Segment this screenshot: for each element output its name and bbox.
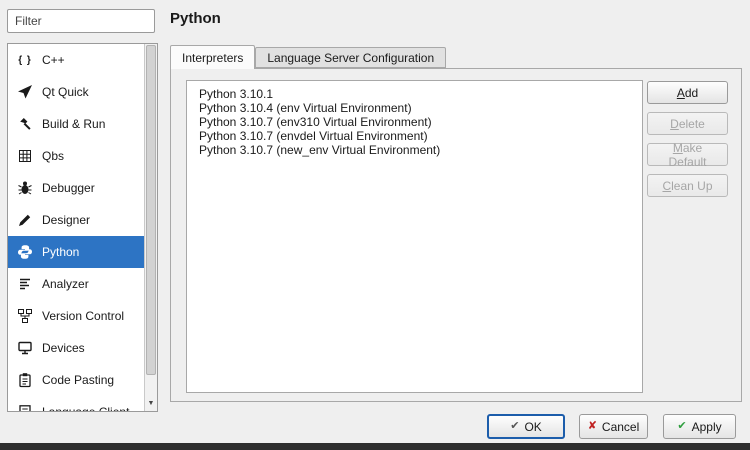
- tab-label: Interpreters: [182, 50, 244, 65]
- analyzer-icon: [16, 275, 34, 293]
- page-title: Python: [170, 10, 221, 27]
- add-button[interactable]: Add: [647, 81, 728, 104]
- sidebar-scrollbar[interactable]: ▼: [144, 44, 157, 411]
- interpreter-list[interactable]: Python 3.10.1 Python 3.10.4 (env Virtual…: [186, 80, 643, 393]
- sidebar-item-label: Designer: [42, 213, 91, 227]
- ok-check-icon: ✔: [510, 420, 520, 432]
- clean-up-button: Clean Up: [647, 174, 728, 197]
- interpreter-item[interactable]: Python 3.10.1: [187, 87, 642, 101]
- sidebar-item-label: Qt Quick: [42, 85, 89, 99]
- sidebar-item-cpp[interactable]: { } C++: [8, 44, 144, 76]
- sidebar-item-build-run[interactable]: Build & Run: [8, 108, 144, 140]
- build-run-icon: [16, 115, 34, 133]
- qt-quick-icon: [16, 83, 34, 101]
- devices-icon: [16, 339, 34, 357]
- ok-label: OK: [524, 419, 542, 434]
- tab-bar: Interpreters Language Server Configurati…: [170, 45, 447, 69]
- designer-icon: [16, 211, 34, 229]
- sidebar-item-designer[interactable]: Designer: [8, 204, 144, 236]
- sidebar-item-python[interactable]: Python: [8, 236, 144, 268]
- sidebar-item-label: Devices: [42, 341, 85, 355]
- python-icon: [16, 243, 34, 261]
- sidebar-item-label: Debugger: [42, 181, 95, 195]
- sidebar-item-language-client[interactable]: Language Client: [8, 396, 144, 412]
- interpreter-actions: Add Delete Make Default Clean Up: [647, 81, 728, 205]
- interpreter-item[interactable]: Python 3.10.4 (env Virtual Environment): [187, 101, 642, 115]
- interpreter-item[interactable]: Python 3.10.7 (new_env Virtual Environme…: [187, 143, 642, 157]
- interpreter-item[interactable]: Python 3.10.7 (env310 Virtual Environmen…: [187, 115, 642, 129]
- apply-button[interactable]: ✔ Apply: [663, 414, 736, 439]
- sidebar-item-label: Analyzer: [42, 277, 89, 291]
- tab-language-server-configuration[interactable]: Language Server Configuration: [255, 47, 447, 68]
- sidebar-item-qt-quick[interactable]: Qt Quick: [8, 76, 144, 108]
- sidebar-item-qbs[interactable]: Qbs: [8, 140, 144, 172]
- code-pasting-icon: [16, 371, 34, 389]
- window-bottom-edge: [0, 443, 750, 450]
- cpp-icon: { }: [18, 54, 32, 66]
- debugger-icon: [16, 179, 34, 197]
- sidebar-item-label: Code Pasting: [42, 373, 115, 387]
- sidebar-item-label: Python: [42, 245, 80, 259]
- make-default-button: Make Default: [647, 141, 728, 169]
- cancel-label: Cancel: [601, 419, 640, 434]
- delete-button: Delete: [647, 112, 728, 135]
- tab-interpreters[interactable]: Interpreters: [170, 45, 256, 69]
- tab-label: Language Server Configuration: [267, 50, 435, 65]
- sidebar-item-label: Build & Run: [42, 117, 106, 131]
- sidebar-items: { } C++ Qt Quick Build & Run Qbs Debugge…: [8, 44, 144, 412]
- apply-check-icon: ✔: [677, 420, 687, 432]
- filter-input[interactable]: [7, 9, 155, 33]
- cancel-cross-icon: ✘: [587, 420, 597, 432]
- sidebar-item-label: Language Client: [42, 405, 130, 412]
- scrollbar-thumb[interactable]: [146, 45, 156, 375]
- scrollbar-down-arrow-icon[interactable]: ▼: [145, 396, 157, 410]
- sidebar-item-label: C++: [42, 53, 65, 67]
- interpreter-item[interactable]: Python 3.10.7 (envdel Virtual Environmen…: [187, 129, 642, 143]
- language-client-icon: [16, 403, 34, 411]
- sidebar-item-label: Qbs: [42, 149, 65, 163]
- sidebar-item-analyzer[interactable]: Analyzer: [8, 268, 144, 300]
- sidebar-item-label: Version Control: [42, 309, 125, 323]
- apply-label: Apply: [691, 419, 722, 434]
- cancel-button[interactable]: ✘ Cancel: [579, 414, 648, 439]
- sidebar-item-version-control[interactable]: Version Control: [8, 300, 144, 332]
- sidebar-item-devices[interactable]: Devices: [8, 332, 144, 364]
- settings-category-list: { } C++ Qt Quick Build & Run Qbs Debugge…: [7, 43, 158, 412]
- qbs-icon: [16, 147, 34, 165]
- version-control-icon: [16, 307, 34, 325]
- sidebar-item-debugger[interactable]: Debugger: [8, 172, 144, 204]
- ok-button[interactable]: ✔ OK: [487, 414, 565, 439]
- sidebar-item-code-pasting[interactable]: Code Pasting: [8, 364, 144, 396]
